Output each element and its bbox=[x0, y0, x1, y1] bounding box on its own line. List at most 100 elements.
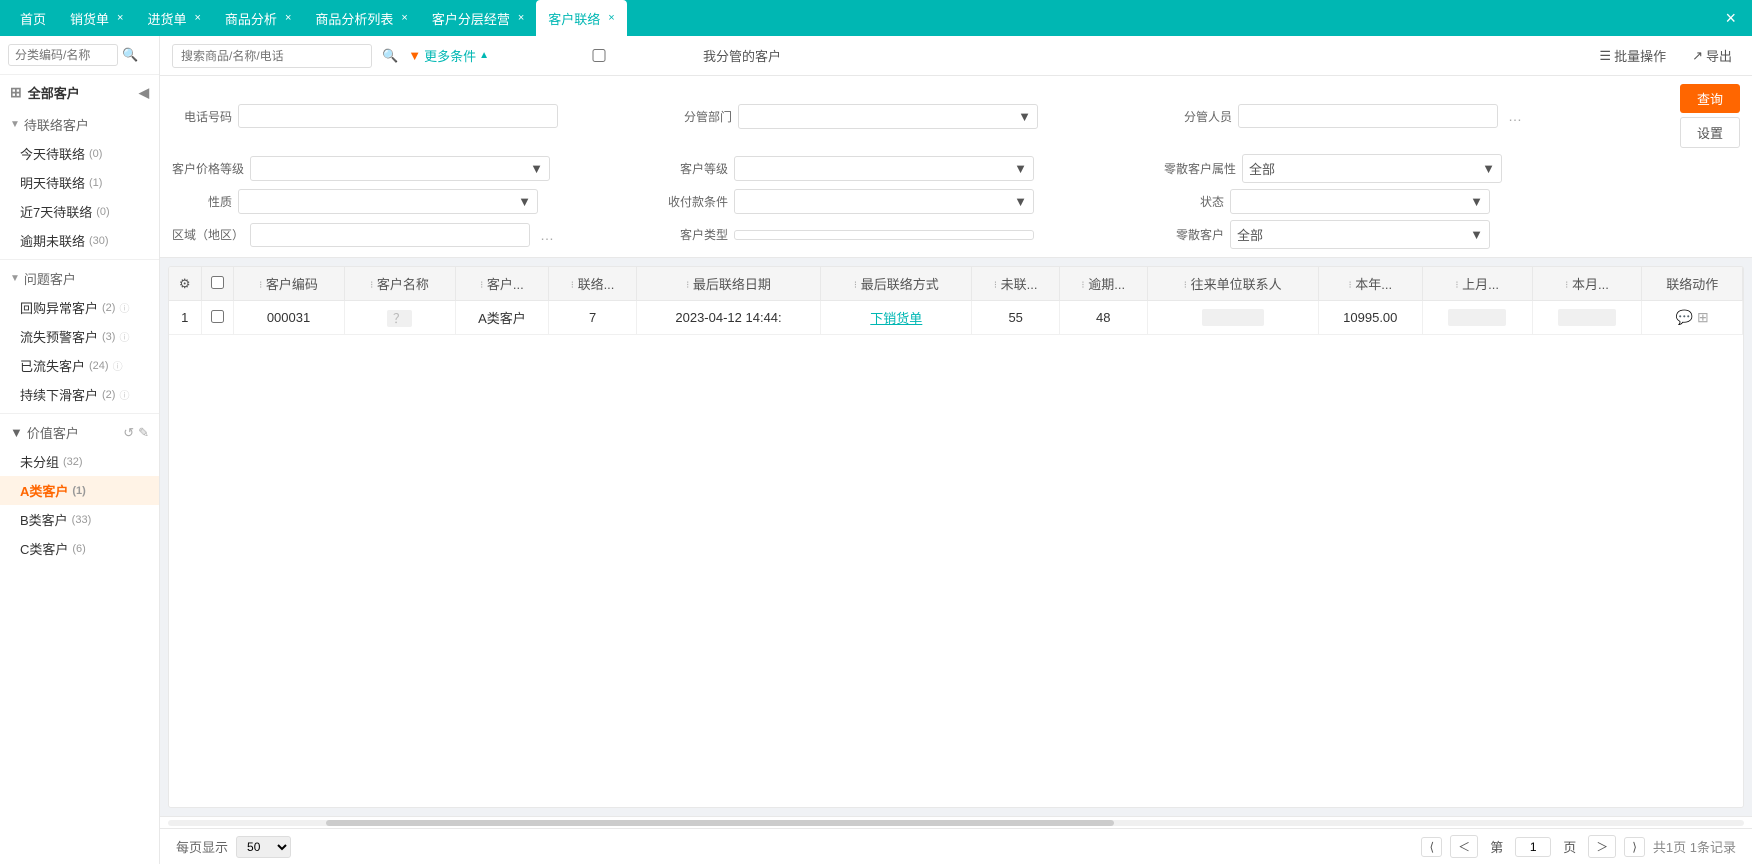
row-checkbox-cell[interactable] bbox=[201, 301, 233, 335]
person-dots[interactable]: … bbox=[1504, 108, 1526, 124]
nav-product-analysis[interactable]: 商品分析 × bbox=[213, 0, 303, 36]
customer-table: ⚙ ⁝ 客户编码 ⁝ 客户名称 bbox=[169, 267, 1743, 335]
sidebar-item-7days[interactable]: 近7天待联络 (0) bbox=[0, 197, 159, 226]
retail-select[interactable]: 全部▼ bbox=[1230, 220, 1490, 249]
nav-product-analysis-list[interactable]: 商品分析列表 × bbox=[303, 0, 419, 36]
table-row: 1 000031 ？ A类客户 7 2023-04-12 14:44: 下销货单 bbox=[169, 301, 1743, 335]
refresh-icon[interactable]: ↺ bbox=[123, 425, 134, 441]
col-last-method: ⁝ 最后联络方式 bbox=[821, 267, 972, 301]
price-level-select[interactable]: ▼ bbox=[250, 156, 550, 181]
info-icon-churn: ⓘ bbox=[119, 329, 129, 344]
nav-home[interactable]: 首页 bbox=[8, 0, 58, 36]
search-input[interactable] bbox=[172, 44, 372, 68]
col-settings[interactable]: ⚙ bbox=[169, 267, 201, 301]
sidebar-item-declining[interactable]: 持续下滑客户 (2) ⓘ bbox=[0, 380, 159, 409]
sidebar-item-b-class[interactable]: B类客户 (33) bbox=[0, 505, 159, 534]
export-icon: ↗ bbox=[1692, 48, 1703, 64]
next-page-btn[interactable]: ＞ bbox=[1588, 835, 1616, 858]
retail-attr-select[interactable]: 全部▼ bbox=[1242, 154, 1502, 183]
region-dots[interactable]: … bbox=[536, 227, 558, 243]
edit-icon[interactable]: ✎ bbox=[138, 425, 149, 441]
sidebar-item-repurchase[interactable]: 回购异常客户 (2) ⓘ bbox=[0, 293, 159, 322]
first-page-btn[interactable]: ⟨ bbox=[1421, 837, 1442, 857]
page-number-input[interactable] bbox=[1515, 837, 1551, 857]
pending-contact-section: ▼ 待联络客户 bbox=[0, 110, 159, 139]
horizontal-scrollbar[interactable] bbox=[160, 816, 1752, 828]
filter-cell-region: 区域（地区） … bbox=[172, 223, 668, 247]
table-header-row: ⚙ ⁝ 客户编码 ⁝ 客户名称 bbox=[169, 267, 1743, 301]
close-product-analysis[interactable]: × bbox=[285, 12, 291, 24]
filter-cell-customer-type: 客户类型 bbox=[668, 226, 1164, 243]
nav-sales-order[interactable]: 销货单 × bbox=[58, 0, 135, 36]
filter-cell-price-level: 客户价格等级 ▼ bbox=[172, 156, 668, 181]
close-sales-order[interactable]: × bbox=[117, 12, 123, 24]
sidebar-item-overdue[interactable]: 逾期未联络 (30) bbox=[0, 226, 159, 255]
retail-label: 零散客户 bbox=[1164, 226, 1224, 243]
customer-type-label: 客户类型 bbox=[668, 226, 728, 243]
row-index: 1 bbox=[169, 301, 201, 335]
person-input[interactable] bbox=[1238, 104, 1498, 128]
settings-icon[interactable]: ⚙ bbox=[179, 276, 191, 291]
close-customer-contact[interactable]: × bbox=[608, 12, 614, 24]
sidebar-all-customers[interactable]: ⊞ 全部客户 ◀ bbox=[0, 75, 159, 110]
filter-cell-payment: 收付款条件 ▼ bbox=[668, 189, 1164, 214]
query-btn[interactable]: 查询 bbox=[1680, 84, 1740, 113]
row-checkbox[interactable] bbox=[211, 310, 224, 323]
row-code: 000031 bbox=[233, 301, 344, 335]
filter-row-4: 区域（地区） … 客户类型 零散客户 全部▼ bbox=[172, 220, 1740, 249]
sidebar: 🔍 ⊞ 全部客户 ◀ ▼ 待联络客户 今天待联络 (0) 明天待联络 (1) 近… bbox=[0, 36, 160, 864]
close-all-tabs[interactable]: × bbox=[1717, 8, 1744, 29]
prev-page-btn[interactable]: ＜ bbox=[1450, 835, 1478, 858]
dept-select[interactable]: ▼ bbox=[738, 104, 1038, 129]
nav-customer-segment[interactable]: 客户分层经营 × bbox=[420, 0, 536, 36]
nav-customer-contact[interactable]: 客户联络 × bbox=[536, 0, 626, 36]
sidebar-search-icon[interactable]: 🔍 bbox=[122, 47, 138, 63]
value-section-icons[interactable]: ↺ ✎ bbox=[123, 425, 149, 441]
my-customers-checkbox[interactable]: 我分管的客户 bbox=[499, 46, 781, 65]
customer-type-select[interactable] bbox=[734, 230, 1034, 240]
col-type: ⁝ 客户... bbox=[455, 267, 549, 301]
sidebar-item-churn-warning[interactable]: 流失预警客户 (3) ⓘ bbox=[0, 322, 159, 351]
col-checkbox[interactable] bbox=[201, 267, 233, 301]
close-customer-segment[interactable]: × bbox=[518, 12, 524, 24]
row-last-method[interactable]: 下销货单 bbox=[821, 301, 972, 335]
nav-purchase-order[interactable]: 进货单 × bbox=[135, 0, 212, 36]
nature-select[interactable]: ▼ bbox=[238, 189, 538, 214]
select-all-checkbox[interactable] bbox=[211, 276, 224, 289]
region-input[interactable] bbox=[250, 223, 530, 247]
sidebar-item-tomorrow[interactable]: 明天待联络 (1) bbox=[0, 168, 159, 197]
more-conditions-btn[interactable]: ▼ 更多条件 ▲ bbox=[408, 46, 489, 65]
message-icon[interactable]: 💬 bbox=[1676, 309, 1693, 326]
scroll-thumb[interactable] bbox=[326, 820, 1114, 826]
payment-select[interactable]: ▼ bbox=[734, 189, 1034, 214]
grid-icon: ⊞ bbox=[10, 84, 22, 101]
batch-op-btn[interactable]: ☰ 批量操作 bbox=[1591, 42, 1674, 69]
filter-cell-nature: 性质 ▼ bbox=[172, 189, 668, 214]
last-page-btn[interactable]: ⟩ bbox=[1624, 837, 1645, 857]
sidebar-item-unclassified[interactable]: 未分组 (32) bbox=[0, 447, 159, 476]
close-product-analysis-list[interactable]: × bbox=[401, 12, 407, 24]
customer-level-select[interactable]: ▼ bbox=[734, 156, 1034, 181]
col-last-date: ⁝ 最后联络日期 bbox=[636, 267, 820, 301]
row-last-month bbox=[1422, 301, 1532, 335]
page-size-select[interactable]: 50 100 200 bbox=[236, 836, 291, 858]
filter-cell-phone: 电话号码 bbox=[172, 104, 672, 128]
setting-btn[interactable]: 设置 bbox=[1680, 117, 1740, 148]
sidebar-item-a-class[interactable]: A类客户 (1) bbox=[0, 476, 159, 505]
sidebar-item-today[interactable]: 今天待联络 (0) bbox=[0, 139, 159, 168]
sidebar-item-churned[interactable]: 已流失客户 (24) ⓘ bbox=[0, 351, 159, 380]
collapse-sidebar-icon[interactable]: ◀ bbox=[139, 85, 149, 101]
search-icon[interactable]: 🔍 bbox=[382, 48, 398, 64]
scroll-track bbox=[168, 820, 1744, 826]
sidebar-search-input[interactable] bbox=[8, 44, 118, 66]
row-this-year: 10995.00 bbox=[1318, 301, 1422, 335]
row-type: A类客户 bbox=[455, 301, 549, 335]
phone-input[interactable] bbox=[238, 104, 558, 128]
table-area: ⚙ ⁝ 客户编码 ⁝ 客户名称 bbox=[168, 266, 1744, 808]
status-select[interactable]: ▼ bbox=[1230, 189, 1490, 214]
grid-action-icon[interactable]: ⊞ bbox=[1697, 309, 1709, 326]
sidebar-item-c-class[interactable]: C类客户 (6) bbox=[0, 534, 159, 563]
close-purchase-order[interactable]: × bbox=[194, 12, 200, 24]
export-btn[interactable]: ↗ 导出 bbox=[1684, 42, 1740, 69]
value-customers-section: ▼ 价值客户 ↺ ✎ bbox=[0, 418, 159, 447]
